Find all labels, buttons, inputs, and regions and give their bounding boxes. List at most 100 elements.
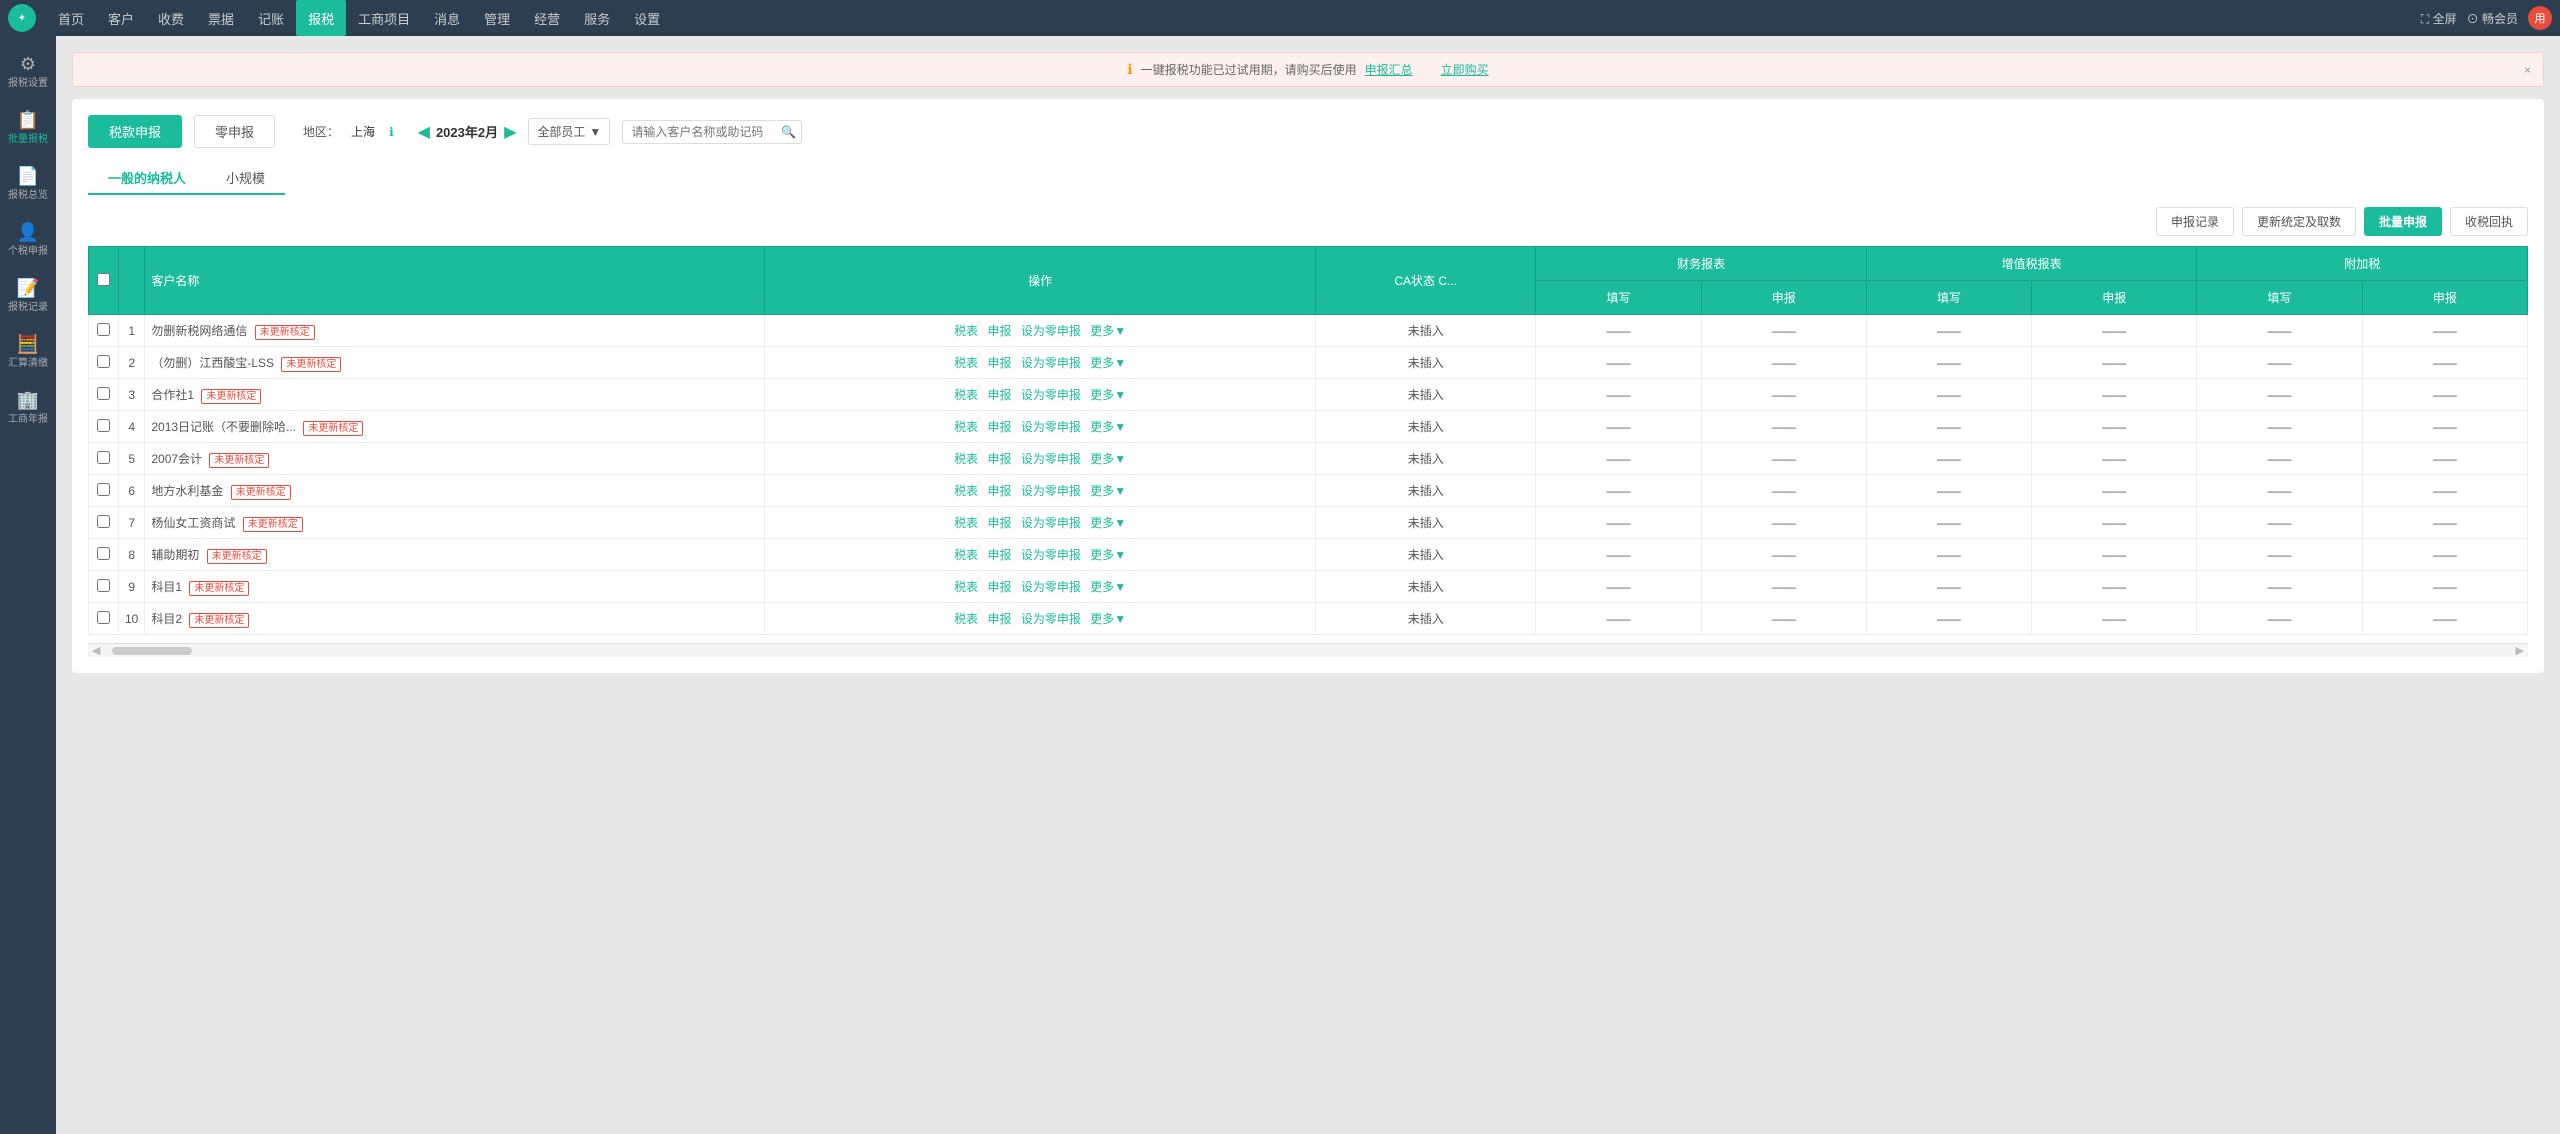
op-tax-form[interactable]: 税表 (954, 580, 978, 594)
sidebar-item-tax-record[interactable]: 📝 报税记录 (0, 268, 56, 324)
row-checkbox[interactable] (97, 515, 110, 528)
subtab-small-scale[interactable]: 小规模 (206, 162, 285, 195)
dept-select[interactable]: 全部员工 ▼ (528, 118, 610, 145)
row-checkbox[interactable] (97, 547, 110, 560)
banner-link-buy[interactable]: 立即购买 (1441, 61, 1489, 78)
op-tax-form[interactable]: 税表 (954, 612, 978, 626)
op-zero-declare[interactable]: 设为零申报 (1021, 484, 1081, 498)
op-declare[interactable]: 申报 (988, 356, 1012, 370)
op-declare[interactable]: 申报 (988, 324, 1012, 338)
op-more[interactable]: 更多▼ (1090, 324, 1126, 338)
op-tax-form[interactable]: 税表 (954, 516, 978, 530)
date-next-btn[interactable]: ▶ (504, 122, 516, 142)
op-declare[interactable]: 申报 (988, 420, 1012, 434)
op-more[interactable]: 更多▼ (1090, 452, 1126, 466)
nav-service[interactable]: 服务 (572, 0, 622, 36)
tab-tax-declaration[interactable]: 税款申报 (88, 115, 182, 148)
op-declare[interactable]: 申报 (988, 484, 1012, 498)
op-declare[interactable]: 申报 (988, 388, 1012, 402)
op-more[interactable]: 更多▼ (1090, 612, 1126, 626)
scroll-thumb[interactable] (112, 647, 192, 655)
update-btn[interactable]: 更新统定及取数 (2242, 207, 2356, 236)
op-declare[interactable]: 申报 (988, 516, 1012, 530)
op-tax-form[interactable]: 税表 (954, 356, 978, 370)
region-info-icon[interactable]: ℹ (389, 125, 394, 139)
sidebar-item-tax-overview[interactable]: 📄 报税总览 (0, 156, 56, 212)
nav-accounting[interactable]: 记账 (246, 0, 296, 36)
scroll-left-arrow[interactable]: ◀ (92, 644, 100, 657)
op-more[interactable]: 更多▼ (1090, 420, 1126, 434)
member-btn[interactable]: ⊙ 畅会员 (2467, 10, 2518, 27)
row-checkbox[interactable] (97, 483, 110, 496)
op-zero-declare[interactable]: 设为零申报 (1021, 580, 1081, 594)
op-zero-declare[interactable]: 设为零申报 (1021, 420, 1081, 434)
sidebar-item-batch-tax[interactable]: 📋 批量报税 (0, 100, 56, 156)
nav-settings[interactable]: 设置 (622, 0, 672, 36)
op-tax-form[interactable]: 税表 (954, 324, 978, 338)
subtab-general-taxpayer[interactable]: 一般的纳税人 (88, 162, 206, 195)
op-more[interactable]: 更多▼ (1090, 548, 1126, 562)
row-ca-status: 未插入 (1316, 411, 1536, 443)
nav-message[interactable]: 消息 (422, 0, 472, 36)
op-zero-declare[interactable]: 设为零申报 (1021, 388, 1081, 402)
op-zero-declare[interactable]: 设为零申报 (1021, 356, 1081, 370)
op-declare[interactable]: 申报 (988, 580, 1012, 594)
op-zero-declare[interactable]: 设为零申报 (1021, 324, 1081, 338)
banner-link-summary[interactable]: 申报汇总 (1365, 61, 1413, 78)
op-more[interactable]: 更多▼ (1090, 356, 1126, 370)
row-add-fill: —— (2197, 315, 2362, 347)
nav-business[interactable]: 工商项目 (346, 0, 422, 36)
nav-home[interactable]: 首页 (46, 0, 96, 36)
nav-manage[interactable]: 管理 (472, 0, 522, 36)
search-input[interactable] (622, 120, 802, 144)
declaration-record-btn[interactable]: 申报记录 (2156, 207, 2234, 236)
row-add-sub: —— (2362, 603, 2527, 635)
row-operations: 税表 申报 设为零申报 更多▼ (765, 379, 1316, 411)
op-declare[interactable]: 申报 (988, 452, 1012, 466)
nav-invoice[interactable]: 票据 (196, 0, 246, 36)
main-layout: ⚙ 报税设置 📋 批量报税 📄 报税总览 👤 个税申报 📝 报税记录 🧮 汇算清… (0, 36, 2560, 1134)
sidebar-item-annual-report[interactable]: 🏢 工商年报 (0, 380, 56, 436)
search-icon[interactable]: 🔍 (781, 125, 796, 139)
select-all-checkbox[interactable] (97, 273, 110, 286)
op-declare[interactable]: 申报 (988, 548, 1012, 562)
op-zero-declare[interactable]: 设为零申报 (1021, 548, 1081, 562)
date-prev-btn[interactable]: ◀ (418, 122, 430, 142)
row-checkbox[interactable] (97, 579, 110, 592)
scroll-right-arrow[interactable]: ▶ (2516, 644, 2524, 657)
nav-operation[interactable]: 经营 (522, 0, 572, 36)
op-tax-form[interactable]: 税表 (954, 388, 978, 402)
row-checkbox[interactable] (97, 387, 110, 400)
nav-billing[interactable]: 收费 (146, 0, 196, 36)
op-tax-form[interactable]: 税表 (954, 420, 978, 434)
avatar[interactable]: 用 (2528, 6, 2552, 30)
sidebar-item-annual-settlement[interactable]: 🧮 汇算清缴 (0, 324, 56, 380)
fullscreen-btn[interactable]: ⛶ 全屏 (2421, 10, 2457, 27)
op-tax-form[interactable]: 税表 (954, 484, 978, 498)
nav-client[interactable]: 客户 (96, 0, 146, 36)
row-checkbox[interactable] (97, 419, 110, 432)
op-zero-declare[interactable]: 设为零申报 (1021, 612, 1081, 626)
op-declare[interactable]: 申报 (988, 612, 1012, 626)
banner-close-btn[interactable]: × (2524, 63, 2531, 77)
row-tax-sub: —— (2032, 507, 2197, 539)
op-more[interactable]: 更多▼ (1090, 516, 1126, 530)
sidebar-item-personal-tax[interactable]: 👤 个税申报 (0, 212, 56, 268)
op-tax-form[interactable]: 税表 (954, 548, 978, 562)
nav-tax[interactable]: 报税 (296, 0, 346, 36)
retrieve-btn[interactable]: 收税回执 (2450, 207, 2528, 236)
op-zero-declare[interactable]: 设为零申报 (1021, 452, 1081, 466)
op-more[interactable]: 更多▼ (1090, 484, 1126, 498)
scroll-bar[interactable]: ◀ ▶ (88, 643, 2528, 657)
op-more[interactable]: 更多▼ (1090, 388, 1126, 402)
row-checkbox[interactable] (97, 355, 110, 368)
row-checkbox[interactable] (97, 451, 110, 464)
op-more[interactable]: 更多▼ (1090, 580, 1126, 594)
op-zero-declare[interactable]: 设为零申报 (1021, 516, 1081, 530)
batch-declare-btn[interactable]: 批量申报 (2364, 207, 2442, 236)
op-tax-form[interactable]: 税表 (954, 452, 978, 466)
tab-zero-declaration[interactable]: 零申报 (194, 115, 275, 148)
sidebar-item-tax-settings[interactable]: ⚙ 报税设置 (0, 44, 56, 100)
row-checkbox[interactable] (97, 323, 110, 336)
row-checkbox[interactable] (97, 611, 110, 624)
